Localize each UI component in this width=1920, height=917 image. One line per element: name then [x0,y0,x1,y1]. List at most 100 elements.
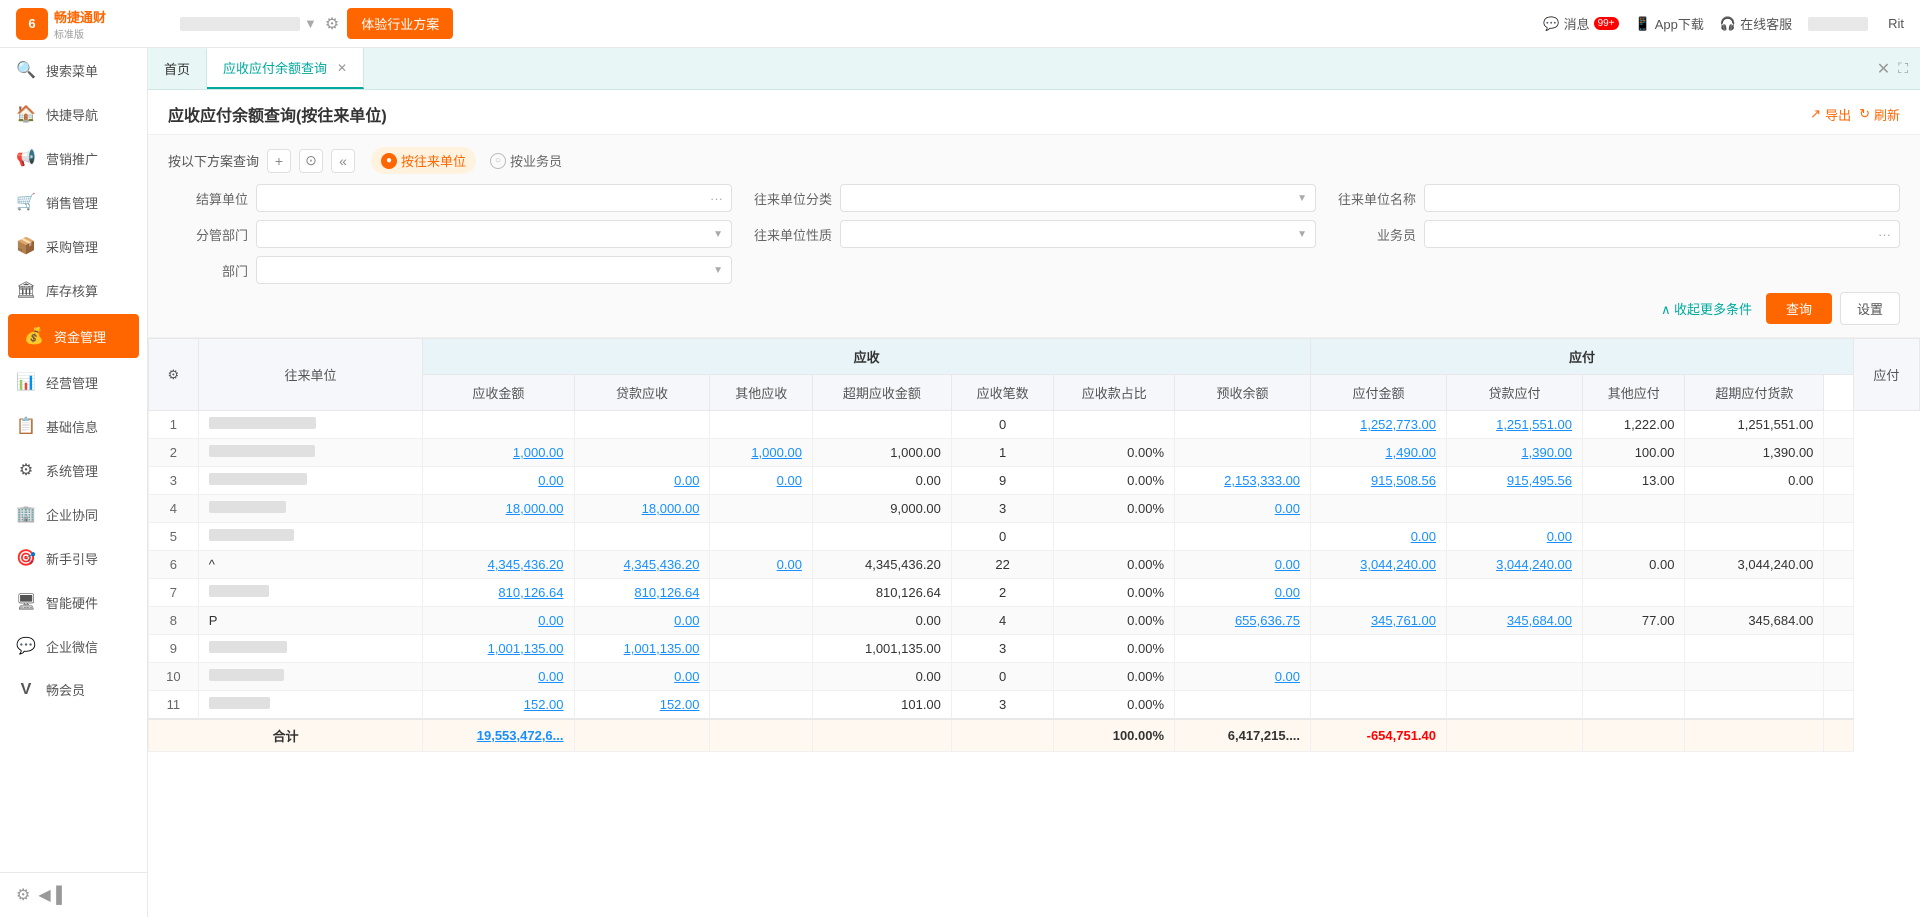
refresh-button[interactable]: ↻ 刷新 [1859,105,1900,124]
sidebar-item-finance[interactable]: 💰 资金管理 [8,314,139,358]
filter-arrow-company-cat: ▼ [1297,193,1307,204]
table-ap-extra-header: 应付 [1853,339,1919,411]
filter-row-company-name: 往来单位名称 [1336,184,1900,212]
table-row: 8P0.000.000.0040.00%655,636.75345,761.00… [149,607,1920,635]
table-row: 30.000.000.000.0090.00%2,153,333.00915,5… [149,467,1920,495]
filter-row-settlement: 结算单位 ··· [168,184,732,212]
sidebar-item-wechat[interactable]: 💬 企业微信 [0,624,147,668]
footer-ar-amount: 19,553,472,6... [423,719,574,752]
sidebar-label-search: 搜索菜单 [46,61,98,80]
filter-input-salesperson[interactable]: ··· [1424,220,1900,248]
filter-input-dept[interactable]: ▼ [256,220,732,248]
filter-input-company-cat[interactable]: ▼ [840,184,1316,212]
messages-button[interactable]: 💬 消息 99+ [1543,14,1618,33]
th-ar-ratio: 应收款占比 [1054,375,1175,411]
finance-icon: 💰 [24,326,44,346]
query-button[interactable]: 查询 [1766,293,1832,324]
th-ar-count: 应收笔数 [951,375,1053,411]
filter-arrow-division: ▼ [713,265,723,276]
footer-ar-overdue [812,719,951,752]
table-row: 21,000.001,000.001,000.0010.00%1,490.001… [149,439,1920,467]
th-ap-amount: 应付金额 [1311,375,1447,411]
online-service-button[interactable]: 🎧 在线客服 [1720,14,1792,33]
enterprise-icon: 🏢 [16,504,36,524]
footer-ar-ratio: 100.00% [1054,719,1175,752]
filter-scheme-label: 按以下方案查询 [168,151,259,170]
table-company-header: 往来单位 [198,339,423,411]
sidebar-item-system[interactable]: ⚙ 系统管理 [0,448,147,492]
sidebar-item-hardware[interactable]: 🖥 智能硬件 [0,580,147,624]
filter-input-company-type[interactable]: ▼ [840,220,1316,248]
filter-config-button[interactable]: ⊙ [299,149,323,173]
sidebar-label-purchase: 采购管理 [46,237,98,256]
filter-input-company-name[interactable] [1424,184,1900,212]
footer-ar-other [710,719,812,752]
top-bar-right: 💬 消息 99+ 📱 App下载 🎧 在线客服 Rit [1543,14,1904,33]
filter-input-settlement[interactable]: ··· [256,184,732,212]
filter-add-button[interactable]: + [267,149,291,173]
tab-arbalance-label: 应收应付余额查询 [223,58,327,77]
tab-home[interactable]: 首页 [148,49,207,88]
sidebar-item-marketing[interactable]: 📢 营销推广 [0,136,147,180]
sidebar-item-inventory[interactable]: 🏛 库存核算 [0,268,147,312]
sidebar-collapse-icon[interactable]: ◀▐ [38,885,62,905]
table-row: 101,252,773.001,251,551.001,222.001,251,… [149,411,1920,439]
home-icon: 🏠 [16,104,36,124]
user-name: Rit [1888,16,1904,31]
sidebar-label-quicknav: 快捷导航 [46,105,98,124]
basic-icon: 📋 [16,416,36,436]
table-row: 91,001,135.001,001,135.001,001,135.0030.… [149,635,1920,663]
sidebar-settings-icon[interactable]: ⚙ [16,885,30,905]
footer-ap-loan [1447,719,1583,752]
filter-row-company-type: 往来单位性质 ▼ [752,220,1316,248]
scheme-active-icon: ● [381,153,397,169]
top-bar: 6 畅捷通财 标准版 ▼ ⚙ 体验行业方案 💬 消息 99+ 📱 App下载 🎧… [0,0,1920,48]
sidebar-item-guide[interactable]: 🎯 新手引导 [0,536,147,580]
filter-dots-salesperson: ··· [1878,227,1891,242]
table-footer-row: 合计 19,553,472,6... 100.00% 6,417,215....… [149,719,1920,752]
sidebar-item-sales[interactable]: 🛒 销售管理 [0,180,147,224]
sidebar-label-wechat: 企业微信 [46,637,98,656]
system-icon: ⚙ [16,460,36,480]
footer-ap-other [1583,719,1685,752]
sidebar-item-quicknav[interactable]: 🏠 快捷导航 [0,92,147,136]
footer-ar-count [951,719,1053,752]
solution-button[interactable]: 体验行业方案 [347,8,453,39]
search-icon: 🔍 [16,60,36,80]
filter-row-division: 部门 ▼ [168,256,732,284]
scheme-by-salesperson[interactable]: ○ 按业务员 [480,147,572,174]
table-config-header[interactable]: ⚙ [149,339,199,411]
sidebar-item-member[interactable]: V 畅会员 [0,668,147,711]
filter-label-company-cat: 往来单位分类 [752,189,832,208]
filter-label-settlement: 结算单位 [168,189,248,208]
tab-arbalance[interactable]: 应收应付余额查询 ✕ [207,48,364,89]
operations-icon: 📊 [16,372,36,392]
scheme-by-company[interactable]: ● 按往来单位 [371,147,476,174]
filter-top: 按以下方案查询 + ⊙ « ● 按往来单位 ○ 按业务员 [168,147,1900,174]
filter-label-salesperson: 业务员 [1336,225,1416,244]
tab-bar: 首页 应收应付余额查询 ✕ ✕ ⛶ [148,48,1920,90]
collapse-conditions-button[interactable]: ∧ 收起更多条件 [1655,293,1758,324]
th-ar-prepay: 预收余额 [1175,375,1311,411]
th-ap-loan: 贷款应付 [1447,375,1583,411]
window-maximize-icon[interactable]: ⛶ [1898,60,1908,77]
sidebar-item-operations[interactable]: 📊 经营管理 [0,360,147,404]
app-download-button[interactable]: 📱 App下载 [1635,14,1704,33]
window-close-icon[interactable]: ✕ [1877,59,1890,79]
sidebar-item-purchase[interactable]: 📦 采购管理 [0,224,147,268]
settings-icon[interactable]: ⚙ [325,14,339,34]
sidebar-item-basic[interactable]: 📋 基础信息 [0,404,147,448]
filter-row-dept: 分管部门 ▼ [168,220,732,248]
settings-button[interactable]: 设置 [1840,292,1900,325]
table-row: 7810,126.64810,126.64810,126.6420.00%0.0… [149,579,1920,607]
filter-collapse-button[interactable]: « [331,149,355,173]
export-button[interactable]: ↗ 导出 [1810,105,1851,124]
sidebar-item-enterprise[interactable]: 🏢 企业协同 [0,492,147,536]
filter-arrow-company-type: ▼ [1297,229,1307,240]
sidebar-label-finance: 资金管理 [54,327,106,346]
page-header: 应收应付余额查询(按往来单位) ↗ 导出 ↻ 刷新 [148,90,1920,135]
filter-input-division[interactable]: ▼ [256,256,732,284]
tab-close-icon[interactable]: ✕ [337,61,347,75]
sidebar-item-search[interactable]: 🔍 搜索菜单 [0,48,147,92]
page-title: 应收应付余额查询(按往来单位) [168,102,387,126]
